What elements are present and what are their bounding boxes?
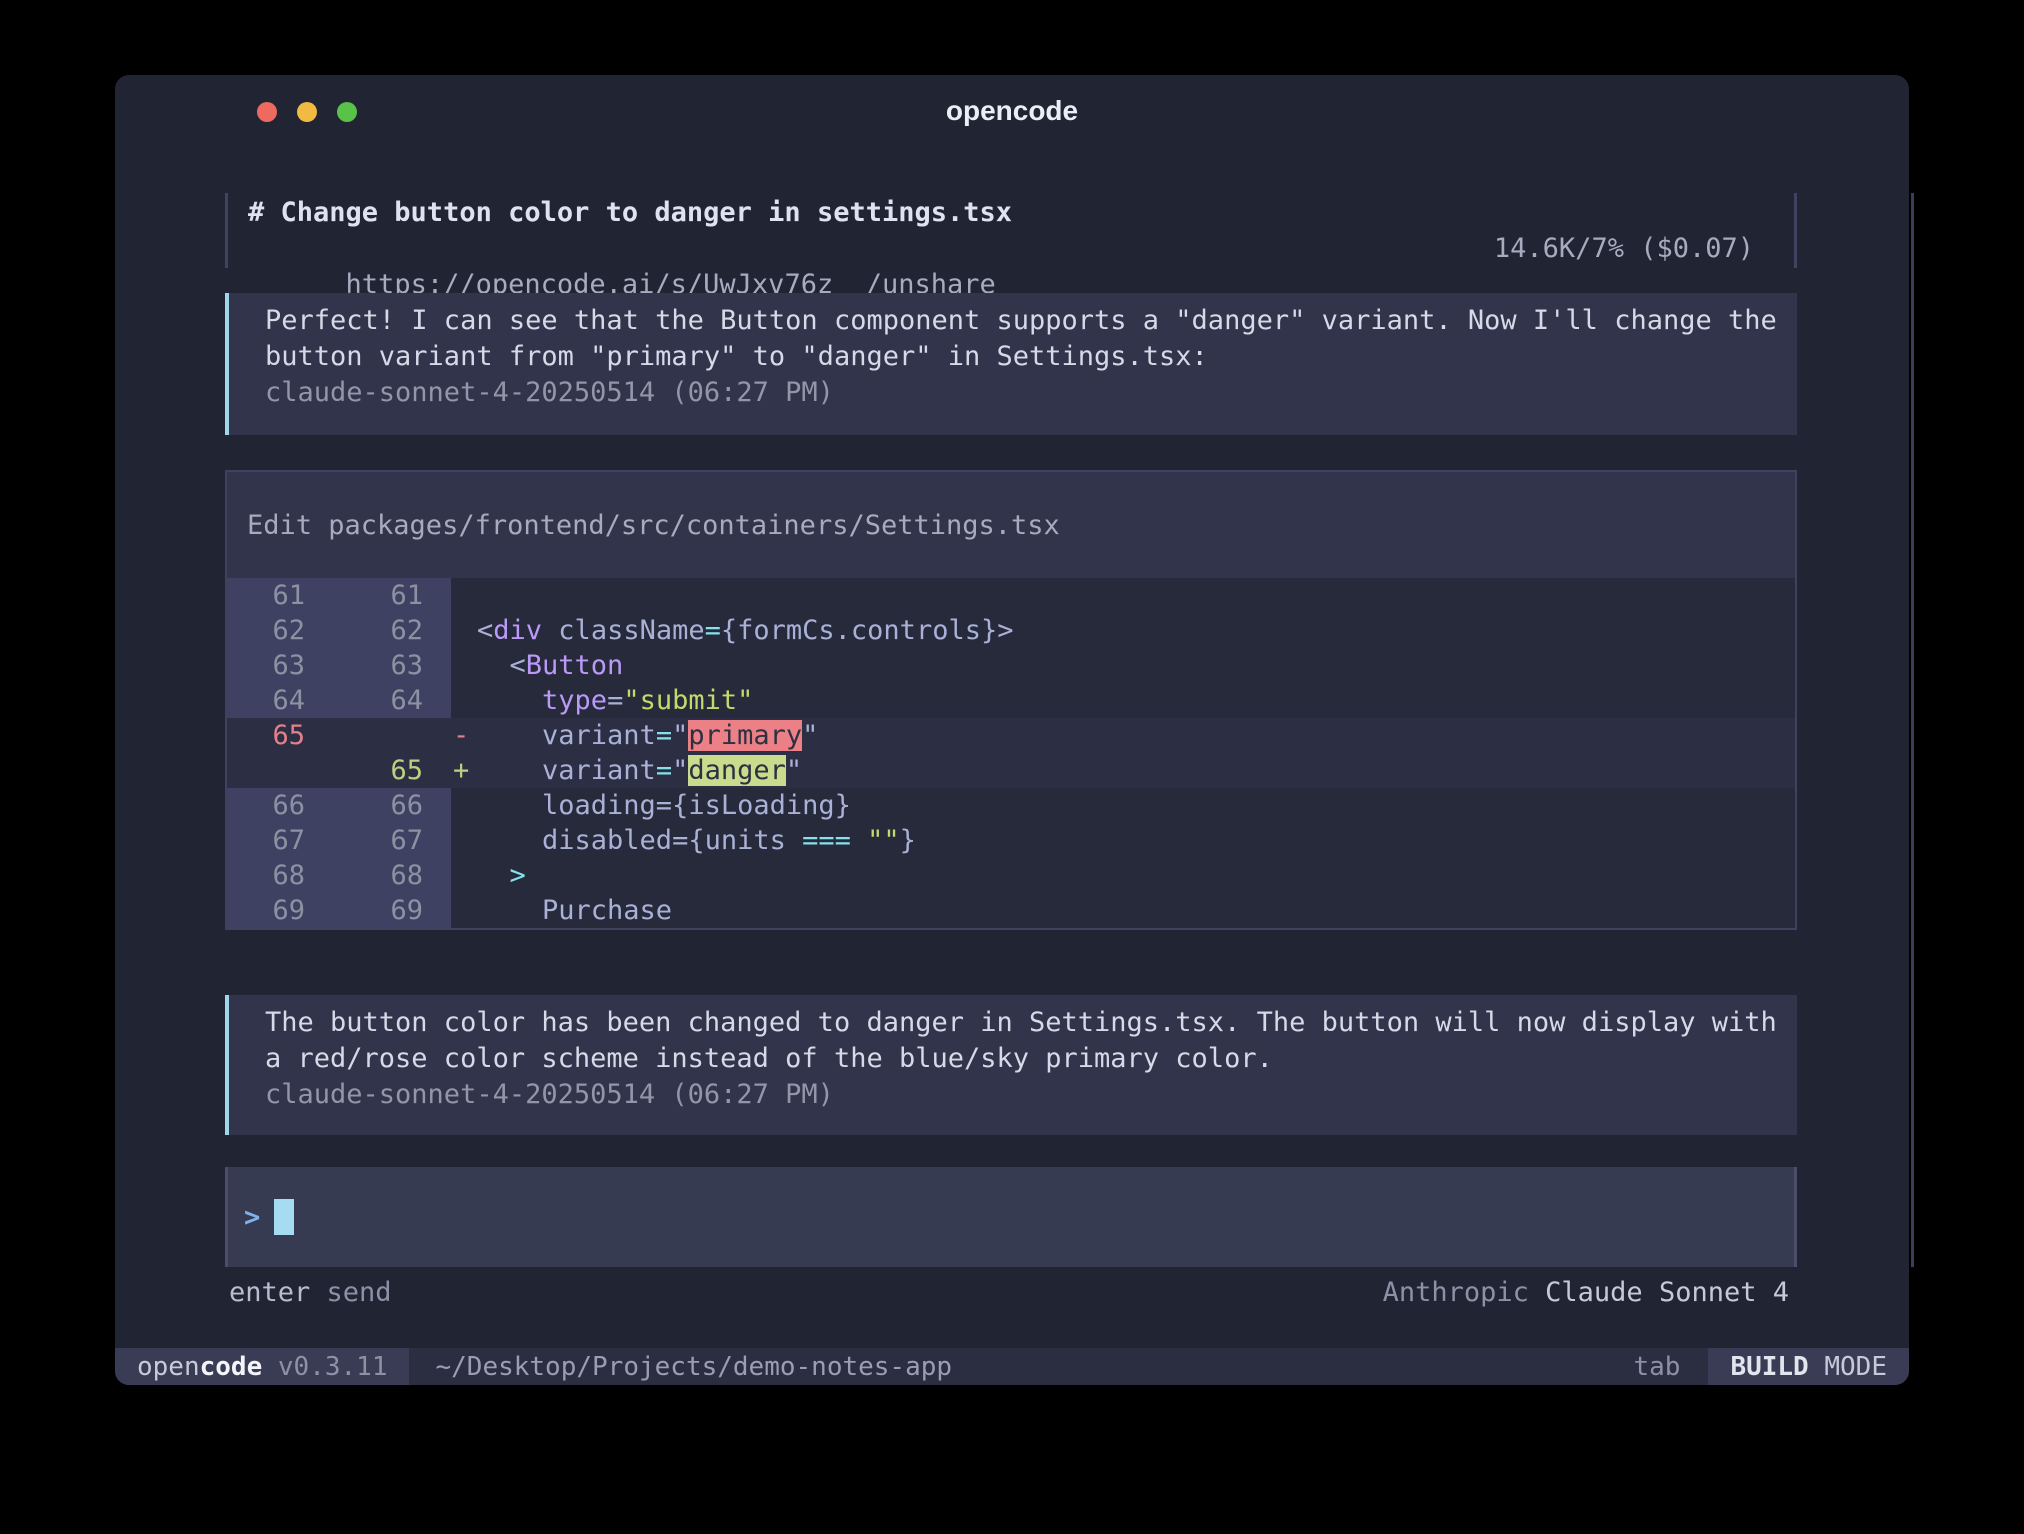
edit-tool-header: Edit packages/frontend/src/containers/Se…: [227, 472, 1795, 578]
code-line: loading={isLoading}: [477, 788, 1795, 823]
diff-marker: [451, 613, 477, 648]
diff-row: 6464 type="submit": [227, 683, 1795, 718]
new-line-number: 63: [339, 648, 451, 683]
diff-row: 6262 <div className={formCs.controls}>: [227, 613, 1795, 648]
old-line-number: 62: [227, 613, 339, 648]
send-action-hint: send: [310, 1277, 391, 1308]
terminal-window: opencode # Change button color to danger…: [115, 75, 1909, 1385]
enter-key-hint: enter: [229, 1277, 310, 1308]
old-line-number: 69: [227, 893, 339, 928]
message-model-timestamp: claude-sonnet-4-20250514 (06:27 PM): [265, 1077, 1797, 1113]
mode-suffix: MODE: [1809, 1352, 1887, 1382]
message-text-line: a red/rose color scheme instead of the b…: [265, 1041, 1797, 1077]
code-line: disabled={units === ""}: [477, 823, 1795, 858]
window-title: opencode: [115, 95, 1909, 127]
old-line-number: [227, 753, 339, 788]
new-line-number: 66: [339, 788, 451, 823]
assistant-message: Perfect! I can see that the Button compo…: [225, 293, 1797, 435]
code-line: <div className={formCs.controls}>: [477, 613, 1795, 648]
text-cursor: [274, 1199, 294, 1235]
code-line: variant="danger": [477, 753, 1795, 788]
mode-badge[interactable]: BUILD MODE: [1708, 1348, 1909, 1385]
diff-marker: [451, 788, 477, 823]
app-version-badge: opencode v0.3.11: [115, 1348, 409, 1385]
scroll-track[interactable]: [1911, 193, 1914, 1267]
old-line-number: 65: [227, 718, 339, 753]
code-line: [477, 578, 1795, 613]
diff-row: 6969 Purchase: [227, 893, 1795, 928]
old-line-number: 61: [227, 578, 339, 613]
diff-marker: [451, 893, 477, 928]
code-line: Purchase: [477, 893, 1795, 928]
diff-marker: [451, 823, 477, 858]
diff-row: 65+ variant="danger": [227, 753, 1795, 788]
status-bar: opencode v0.3.11 ~/Desktop/Projects/demo…: [115, 1348, 1909, 1385]
diff-marker: [451, 648, 477, 683]
new-line-number: 62: [339, 613, 451, 648]
prompt-input[interactable]: >: [225, 1167, 1797, 1267]
code-line: type="submit": [477, 683, 1795, 718]
code-line: >: [477, 858, 1795, 893]
code-line: variant="primary": [477, 718, 1795, 753]
prompt-symbol: >: [244, 1202, 260, 1233]
new-line-number: 64: [339, 683, 451, 718]
token-cost-stats: 14.6K/7% ($0.07): [1494, 231, 1754, 267]
mode-label: BUILD: [1730, 1352, 1808, 1382]
session-title: # Change button color to danger in setti…: [248, 195, 1794, 231]
message-text-line: Perfect! I can see that the Button compo…: [265, 303, 1797, 339]
code-line: <Button: [477, 648, 1795, 683]
app-name: open: [137, 1352, 200, 1382]
diff-row: 6868 >: [227, 858, 1795, 893]
title-bar: opencode: [115, 75, 1909, 133]
old-line-number: 63: [227, 648, 339, 683]
assistant-message: The button color has been changed to dan…: [225, 995, 1797, 1135]
new-line-number: 68: [339, 858, 451, 893]
app-name-bold: code: [200, 1352, 263, 1382]
diff-marker: [451, 683, 477, 718]
diff-row: 6767 disabled={units === ""}: [227, 823, 1795, 858]
diff-row: 6666 loading={isLoading}: [227, 788, 1795, 823]
diff-marker: [451, 858, 477, 893]
model-name: Claude Sonnet 4: [1545, 1277, 1789, 1308]
message-text-line: button variant from "primary" to "danger…: [265, 339, 1797, 375]
diff-row: 6161: [227, 578, 1795, 613]
diff-row: 6363 <Button: [227, 648, 1795, 683]
message-model-timestamp: claude-sonnet-4-20250514 (06:27 PM): [265, 375, 1797, 411]
edit-tool-card: Edit packages/frontend/src/containers/Se…: [225, 470, 1797, 930]
diff-row: 65 - variant="primary": [227, 718, 1795, 753]
working-directory: ~/Desktop/Projects/demo-notes-app: [435, 1352, 952, 1382]
hint-row: enter send Anthropic Claude Sonnet 4: [225, 1275, 1797, 1311]
diff-marker: +: [451, 753, 477, 788]
old-line-number: 66: [227, 788, 339, 823]
diff-marker: -: [451, 718, 477, 753]
old-line-number: 67: [227, 823, 339, 858]
new-line-number: 65: [339, 753, 451, 788]
session-header: # Change button color to danger in setti…: [225, 193, 1797, 268]
old-line-number: 68: [227, 858, 339, 893]
old-line-number: 64: [227, 683, 339, 718]
new-line-number: 69: [339, 893, 451, 928]
diff-marker: [451, 578, 477, 613]
new-line-number: 61: [339, 578, 451, 613]
diff-view: 61616262 <div className={formCs.controls}…: [227, 578, 1795, 928]
new-line-number: [339, 718, 451, 753]
app-version: v0.3.11: [262, 1352, 387, 1382]
new-line-number: 67: [339, 823, 451, 858]
tab-key-hint: tab: [1633, 1352, 1680, 1382]
message-text-line: The button color has been changed to dan…: [265, 1005, 1797, 1041]
model-provider: Anthropic: [1383, 1277, 1546, 1308]
